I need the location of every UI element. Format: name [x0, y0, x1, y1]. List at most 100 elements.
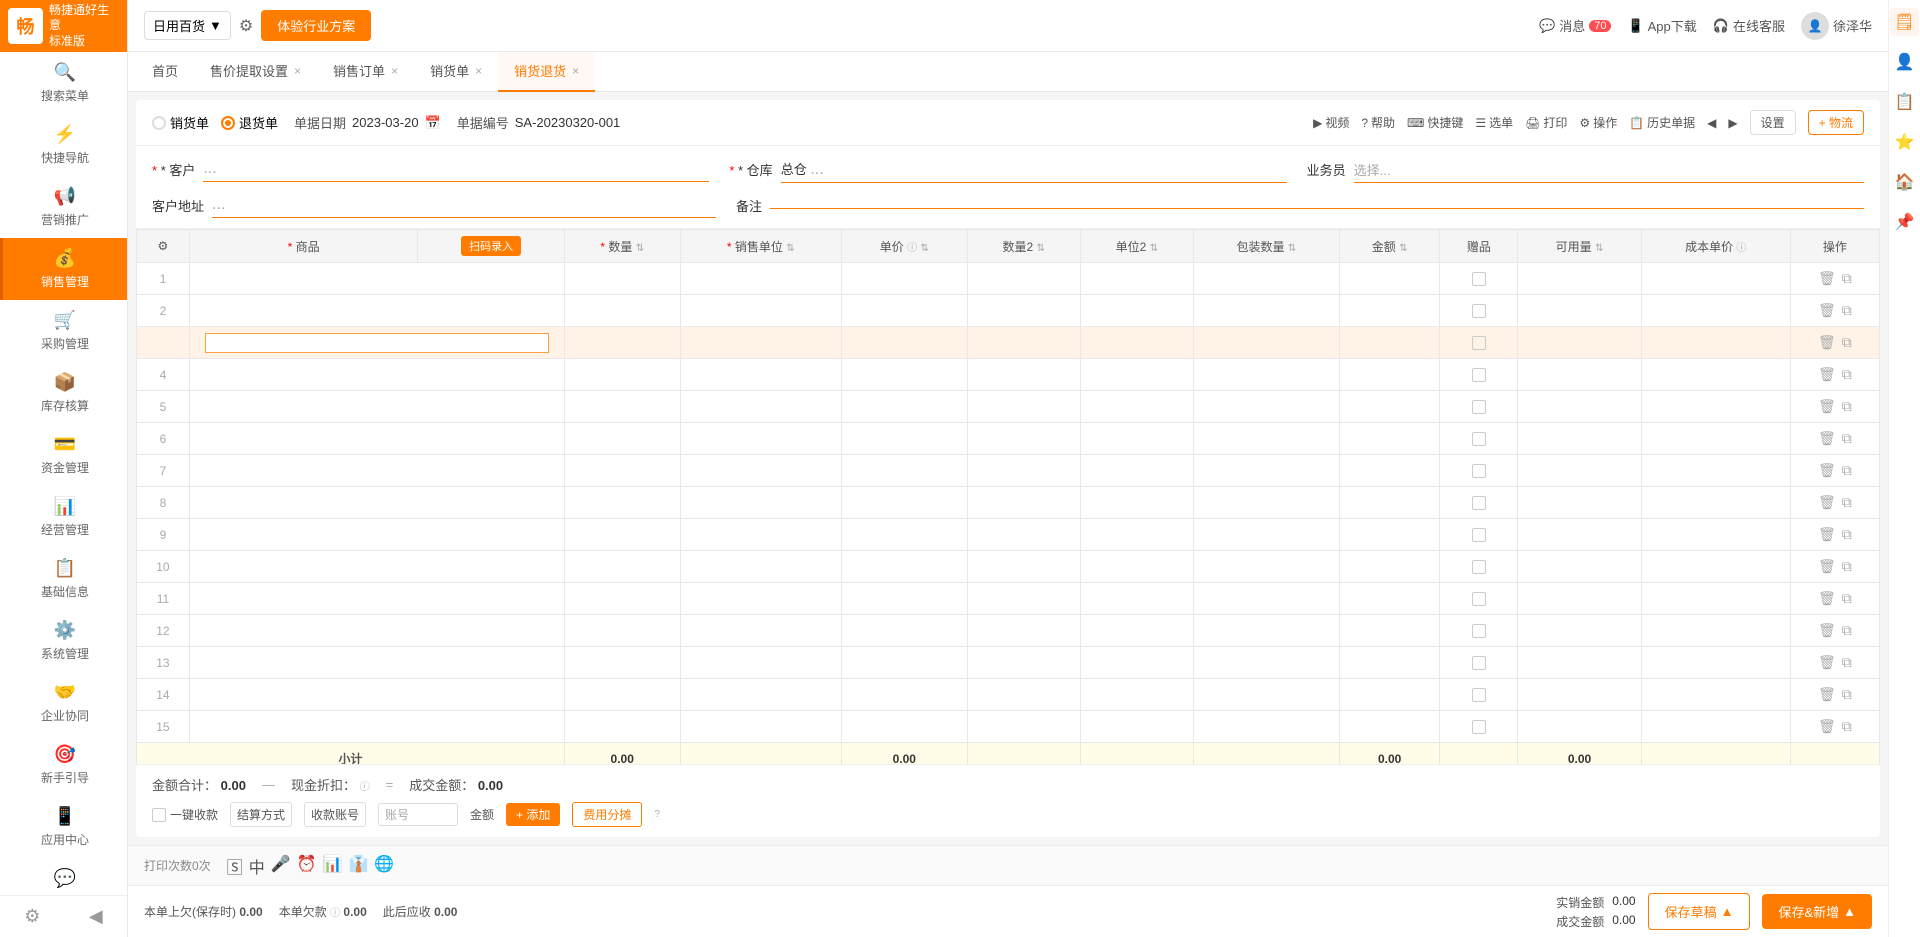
tab-sale-order[interactable]: 销售订单×: [317, 52, 414, 92]
amount-cell[interactable]: [1339, 487, 1439, 519]
gift-checkbox[interactable]: [1472, 272, 1486, 286]
copy-icon[interactable]: ⧉: [1842, 622, 1852, 639]
delete-icon[interactable]: 🗑: [1818, 366, 1836, 383]
pack-qty-cell[interactable]: [1193, 551, 1339, 583]
address-input[interactable]: ...: [212, 193, 716, 218]
product-cell[interactable]: [189, 423, 564, 455]
amount-cell[interactable]: [1339, 647, 1439, 679]
unit2-cell[interactable]: [1080, 647, 1193, 679]
tab-close-sale[interactable]: ×: [475, 64, 482, 78]
price-cell[interactable]: [841, 295, 967, 327]
col-setting[interactable]: ⚙: [137, 230, 190, 263]
save-draft-btn[interactable]: 保存草稿 ▲: [1648, 893, 1751, 930]
cost-cell[interactable]: [1641, 295, 1790, 327]
sidebar-item-sales[interactable]: 💰 销售管理: [0, 238, 127, 300]
qty2-cell[interactable]: [967, 551, 1080, 583]
unit-cell[interactable]: [680, 359, 841, 391]
delete-icon[interactable]: 🗑: [1818, 526, 1836, 543]
gift-cell[interactable]: [1440, 519, 1518, 551]
cost-cell[interactable]: [1641, 423, 1790, 455]
tab-sale-price[interactable]: 售价提取设置×: [194, 52, 317, 92]
amount-cell[interactable]: [1339, 295, 1439, 327]
copy-icon[interactable]: ⧉: [1842, 558, 1852, 575]
unit-cell[interactable]: [680, 455, 841, 487]
unit2-cell[interactable]: [1080, 711, 1193, 743]
sidebar-item-shortcut[interactable]: ⚡ 快捷导航: [0, 114, 127, 176]
cost-cell[interactable]: [1641, 391, 1790, 423]
unit-cell[interactable]: [680, 615, 841, 647]
operation-link[interactable]: ⚙ 操作: [1579, 114, 1617, 131]
trial-btn[interactable]: 体验行业方案: [261, 10, 371, 41]
sidebar-item-purchase[interactable]: 🛒 采购管理: [0, 300, 127, 362]
setting-btn[interactable]: 设置: [1750, 110, 1796, 135]
available-cell[interactable]: [1518, 583, 1641, 615]
qty2-cell[interactable]: [967, 455, 1080, 487]
quantity-cell[interactable]: [564, 295, 680, 327]
available-cell[interactable]: [1518, 423, 1641, 455]
copy-icon[interactable]: ⧉: [1842, 462, 1852, 479]
qty2-cell[interactable]: [967, 359, 1080, 391]
tab-sale[interactable]: 销货单×: [414, 52, 498, 92]
amount-cell[interactable]: [1339, 679, 1439, 711]
quantity-cell[interactable]: [564, 327, 680, 359]
right-panel-icon-5[interactable]: 🏠: [1891, 168, 1919, 196]
amount-cell[interactable]: [1339, 327, 1439, 359]
shortcut-link[interactable]: ⌨ 快捷键: [1407, 114, 1463, 131]
quantity-cell[interactable]: [564, 519, 680, 551]
amount-cell[interactable]: [1339, 455, 1439, 487]
tab-close-sale-return[interactable]: ×: [572, 64, 579, 78]
amount-cell[interactable]: [1339, 391, 1439, 423]
product-cell[interactable]: [189, 679, 564, 711]
qty2-cell[interactable]: [967, 711, 1080, 743]
unit-cell[interactable]: [680, 327, 841, 359]
history-link[interactable]: 📋 历史单据: [1629, 114, 1695, 131]
price-cell[interactable]: [841, 327, 967, 359]
help-link[interactable]: ? 帮助: [1361, 114, 1395, 131]
gift-checkbox[interactable]: [1472, 656, 1486, 670]
gift-cell[interactable]: [1440, 391, 1518, 423]
copy-icon[interactable]: ⧉: [1842, 686, 1852, 703]
qty2-cell[interactable]: [967, 615, 1080, 647]
unit2-cell[interactable]: [1080, 551, 1193, 583]
sidebar-item-wechat[interactable]: 💬 企业微信: [0, 858, 127, 895]
pack-qty-cell[interactable]: [1193, 615, 1339, 647]
amount-cell[interactable]: [1339, 519, 1439, 551]
price-cell[interactable]: [841, 679, 967, 711]
gift-cell[interactable]: [1440, 359, 1518, 391]
product-input[interactable]: [205, 333, 549, 353]
unit-cell[interactable]: [680, 647, 841, 679]
amount-cell[interactable]: [1339, 615, 1439, 647]
sidebar-item-system[interactable]: ⚙️ 系统管理: [0, 610, 127, 672]
unit-cell[interactable]: [680, 295, 841, 327]
delete-icon[interactable]: 🗑: [1818, 558, 1836, 575]
unit-cell[interactable]: [680, 423, 841, 455]
logistics-btn[interactable]: + 物流: [1808, 110, 1864, 135]
cost-cell[interactable]: [1641, 263, 1790, 295]
qty2-cell[interactable]: [967, 263, 1080, 295]
product-cell[interactable]: [189, 391, 564, 423]
select-link[interactable]: ☰ 选单: [1475, 114, 1513, 131]
unit2-cell[interactable]: [1080, 295, 1193, 327]
gift-checkbox[interactable]: [1472, 304, 1486, 318]
right-panel-icon-1[interactable]: 🗒: [1890, 8, 1918, 36]
copy-icon[interactable]: ⧉: [1842, 718, 1852, 735]
qty2-cell[interactable]: [967, 519, 1080, 551]
available-cell[interactable]: [1518, 295, 1641, 327]
available-cell[interactable]: [1518, 519, 1641, 551]
online-service-item[interactable]: 🎧 在线客服: [1713, 16, 1785, 35]
radio-return[interactable]: 退货单: [221, 113, 278, 132]
gift-cell[interactable]: [1440, 487, 1518, 519]
video-link[interactable]: ▶ 视频: [1313, 114, 1349, 131]
add-btn[interactable]: + 添加: [506, 803, 560, 826]
pack-qty-cell[interactable]: [1193, 327, 1339, 359]
gift-cell[interactable]: [1440, 423, 1518, 455]
price-cell[interactable]: [841, 551, 967, 583]
available-cell[interactable]: [1518, 615, 1641, 647]
cost-cell[interactable]: [1641, 359, 1790, 391]
price-cell[interactable]: [841, 391, 967, 423]
amount-cell[interactable]: [1339, 359, 1439, 391]
cost-cell[interactable]: [1641, 455, 1790, 487]
product-cell[interactable]: [189, 583, 564, 615]
sidebar-item-search[interactable]: 🔍 搜索菜单: [0, 52, 127, 114]
gift-cell[interactable]: [1440, 295, 1518, 327]
